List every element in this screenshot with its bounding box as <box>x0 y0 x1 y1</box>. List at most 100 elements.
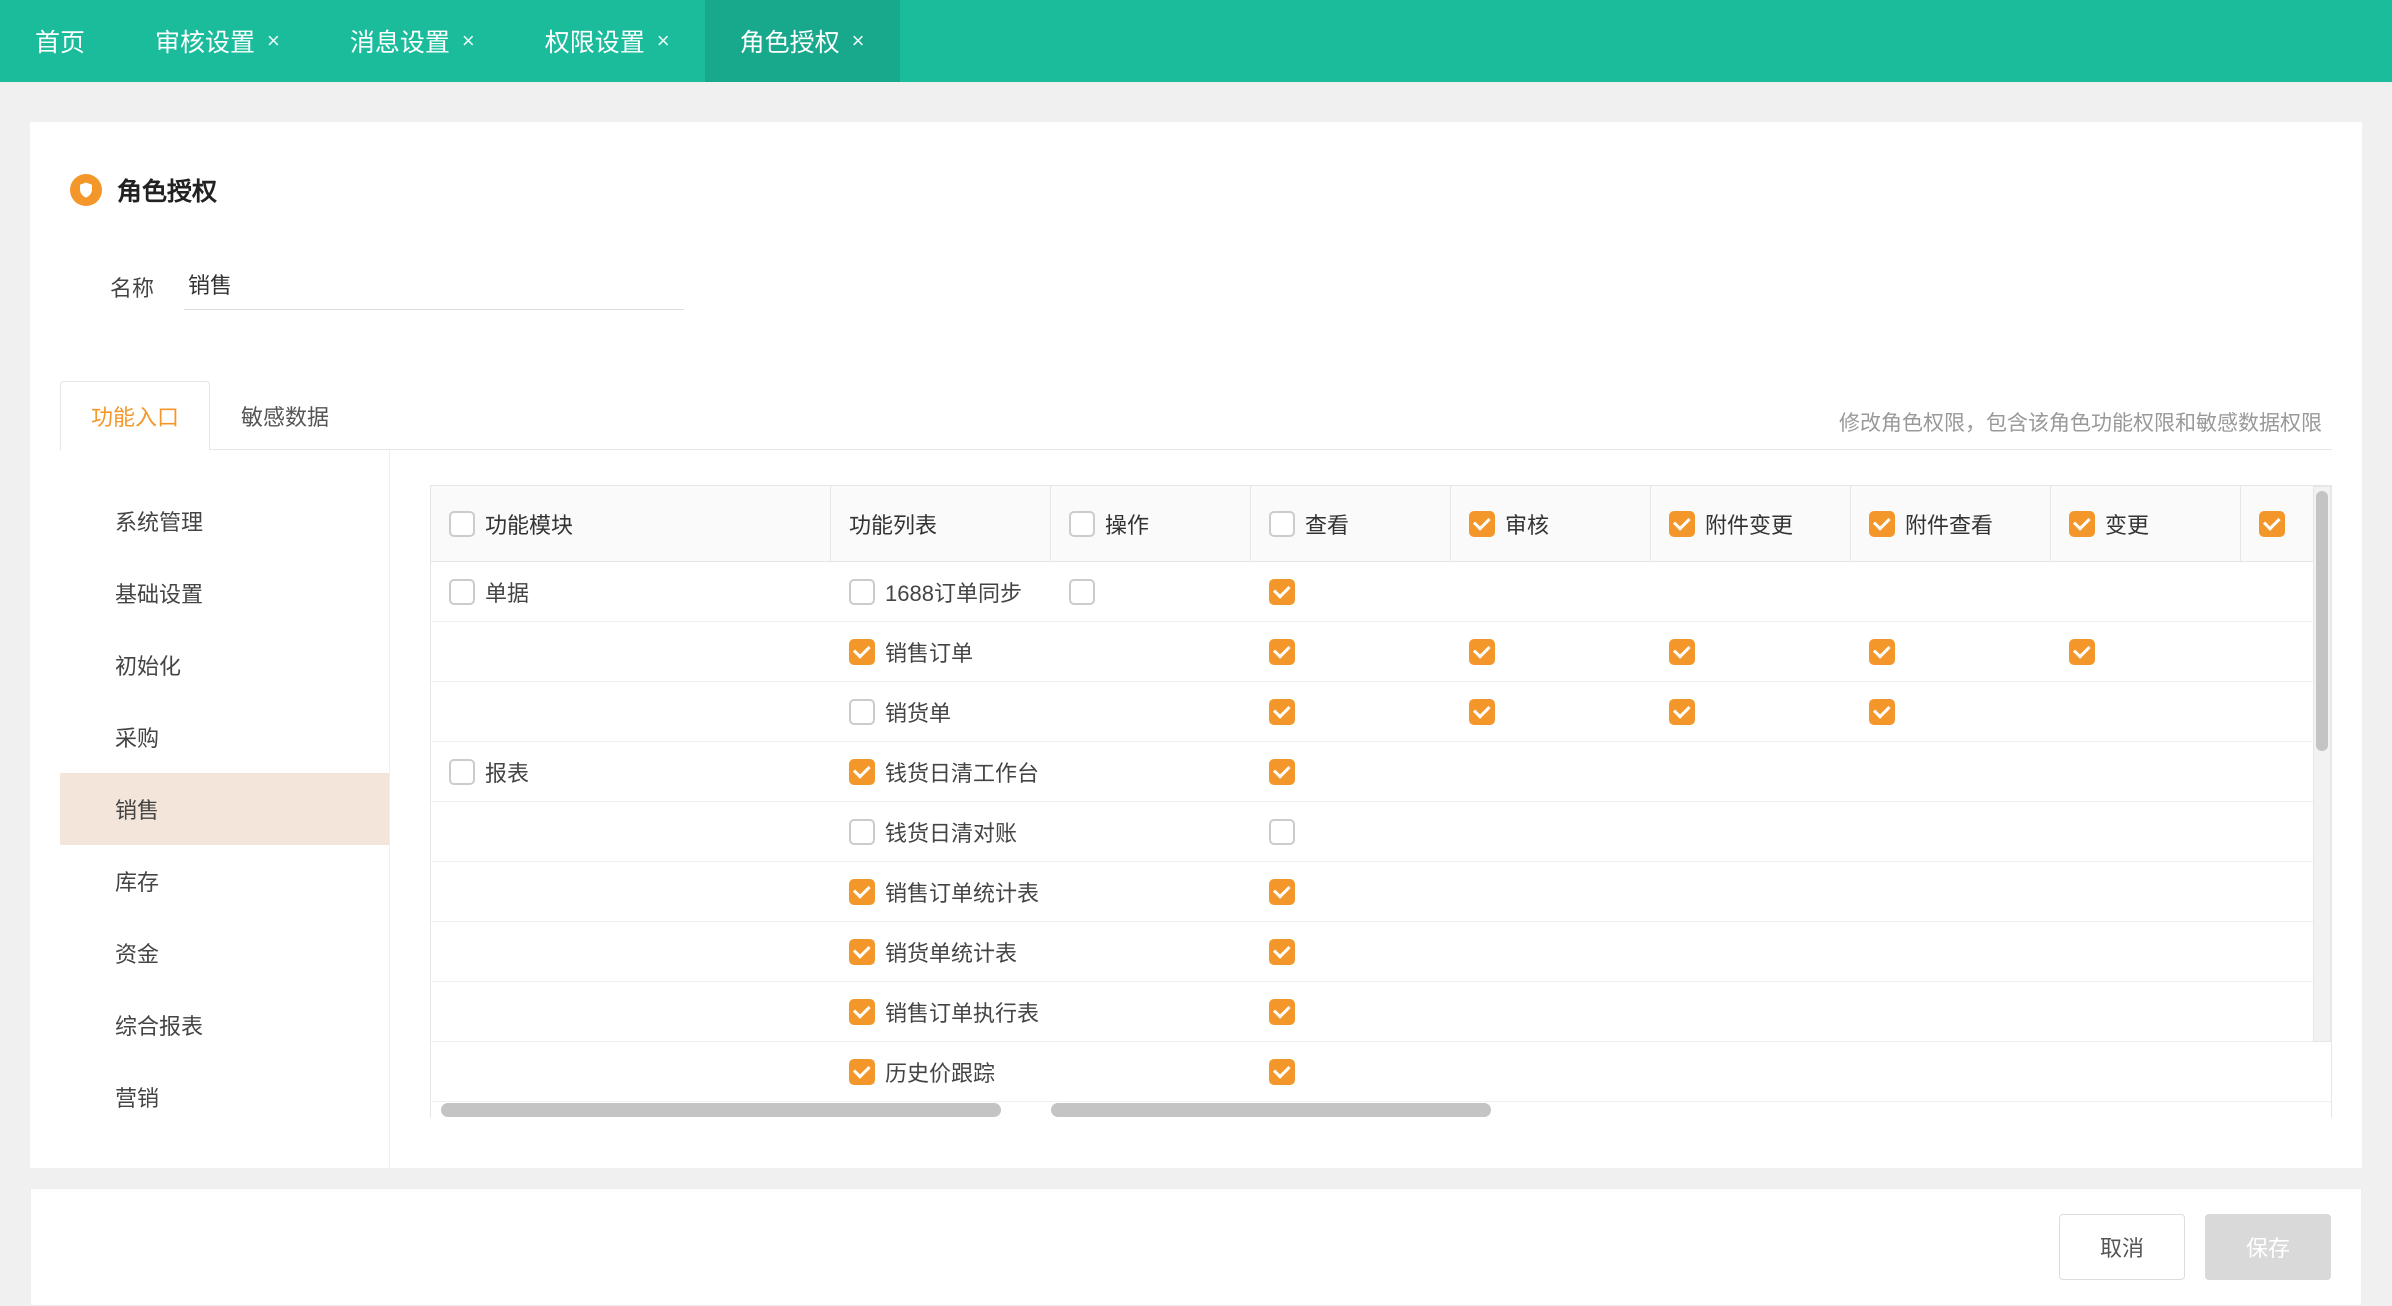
subtab-list: 功能入口敏感数据 <box>60 380 360 449</box>
checkbox-header-last[interactable] <box>2259 511 2285 537</box>
th-att1: 附件变更 <box>1651 486 1851 561</box>
checkbox-module[interactable] <box>449 759 475 785</box>
close-icon[interactable]: × <box>657 28 670 54</box>
th-change: 变更 <box>2051 486 2241 561</box>
category-sidebar: 系统管理基础设置初始化采购销售库存资金综合报表营销 <box>60 450 390 1168</box>
sidebar-item[interactable]: 综合报表 <box>60 989 389 1061</box>
vscroll-thumb[interactable] <box>2316 491 2328 751</box>
func-label: 销售订单统计表 <box>885 876 1039 908</box>
top-tab[interactable]: 审核设置 × <box>120 0 315 82</box>
hscroll-thumb-right[interactable] <box>1051 1103 1491 1117</box>
top-tab[interactable]: 首页 <box>0 0 120 82</box>
close-icon[interactable]: × <box>462 28 475 54</box>
sidebar-item[interactable]: 基础设置 <box>60 557 389 629</box>
checkbox-func[interactable] <box>849 879 875 905</box>
checkbox-att1[interactable] <box>1669 639 1695 665</box>
table-body: 单据1688订单同步销售订单销货单报表钱货日清工作台钱货日清对账销售订单统计表销… <box>431 562 2331 1102</box>
sidebar-item[interactable]: 采购 <box>60 701 389 773</box>
checkbox-view[interactable] <box>1269 999 1295 1025</box>
name-label: 名称 <box>110 271 154 303</box>
save-button[interactable]: 保存 <box>2205 1214 2331 1280</box>
top-tab-label: 审核设置 <box>155 23 255 59</box>
checkbox-header-op[interactable] <box>1069 511 1095 537</box>
checkbox-view[interactable] <box>1269 639 1295 665</box>
checkbox-header-view[interactable] <box>1269 511 1295 537</box>
checkbox-func[interactable] <box>849 579 875 605</box>
top-tab-label: 消息设置 <box>350 23 450 59</box>
checkbox-func[interactable] <box>849 819 875 845</box>
func-label: 钱货日清对账 <box>885 816 1017 848</box>
hint-text: 修改角色权限，包含该角色功能权限和敏感数据权限 <box>1839 407 2322 449</box>
th-audit: 审核 <box>1451 486 1651 561</box>
func-label: 历史价跟踪 <box>885 1056 995 1088</box>
checkbox-header-att1[interactable] <box>1669 511 1695 537</box>
func-label: 销售订单 <box>885 636 973 668</box>
checkbox-func[interactable] <box>849 759 875 785</box>
top-tab-label: 角色授权 <box>740 23 840 59</box>
th-module: 功能模块 <box>431 486 831 561</box>
checkbox-view[interactable] <box>1269 879 1295 905</box>
table-row: 报表 钱货日清工作台 <box>431 742 2331 802</box>
checkbox-audit[interactable] <box>1469 699 1495 725</box>
table-row: 历史价跟踪 <box>431 1042 2331 1102</box>
subtab[interactable]: 功能入口 <box>60 381 210 450</box>
sidebar-item[interactable]: 营销 <box>60 1061 389 1133</box>
name-input[interactable] <box>184 263 684 310</box>
checkbox-func[interactable] <box>849 639 875 665</box>
func-label: 1688订单同步 <box>885 576 1022 608</box>
checkbox-view[interactable] <box>1269 939 1295 965</box>
module-label: 单据 <box>485 576 529 608</box>
top-tab[interactable]: 角色授权 × <box>705 0 900 82</box>
checkbox-att2[interactable] <box>1869 639 1895 665</box>
top-tab[interactable]: 消息设置 × <box>315 0 510 82</box>
func-label: 销货单 <box>885 696 951 728</box>
checkbox-view[interactable] <box>1269 579 1295 605</box>
close-icon[interactable]: × <box>852 28 865 54</box>
checkbox-func[interactable] <box>849 1059 875 1085</box>
checkbox-view[interactable] <box>1269 1059 1295 1085</box>
permission-table-area: 功能模块 功能列表 操作 查看 审核 附件变更 附件查看 变更 单据1688订单… <box>390 450 2332 1168</box>
checkbox-view[interactable] <box>1269 819 1295 845</box>
sidebar-item[interactable]: 资金 <box>60 917 389 989</box>
sidebar-item[interactable]: 系统管理 <box>60 485 389 557</box>
subtab[interactable]: 敏感数据 <box>210 381 360 450</box>
sidebar-item[interactable]: 初始化 <box>60 629 389 701</box>
subtab-row: 功能入口敏感数据 修改角色权限，包含该角色功能权限和敏感数据权限 <box>60 380 2332 450</box>
sidebar-item[interactable]: 销售 <box>60 773 389 845</box>
table-row: 单据 1688订单同步 <box>431 562 2331 622</box>
table-row: 钱货日清对账 <box>431 802 2331 862</box>
checkbox-audit[interactable] <box>1469 639 1495 665</box>
top-tab-label: 首页 <box>35 23 85 59</box>
checkbox-att2[interactable] <box>1869 699 1895 725</box>
checkbox-func[interactable] <box>849 939 875 965</box>
hscroll-thumb-left[interactable] <box>441 1103 1001 1117</box>
shield-icon <box>70 174 102 206</box>
checkbox-func[interactable] <box>849 999 875 1025</box>
sidebar-item[interactable]: 库存 <box>60 845 389 917</box>
top-tab-label: 权限设置 <box>545 23 645 59</box>
horizontal-scrollbar[interactable] <box>431 1102 2331 1118</box>
checkbox-op[interactable] <box>1069 579 1095 605</box>
close-icon[interactable]: × <box>267 28 280 54</box>
checkbox-module[interactable] <box>449 579 475 605</box>
th-op: 操作 <box>1051 486 1251 561</box>
module-label: 报表 <box>485 756 529 788</box>
checkbox-header-module[interactable] <box>449 511 475 537</box>
th-view: 查看 <box>1251 486 1451 561</box>
checkbox-func[interactable] <box>849 699 875 725</box>
checkbox-header-att2[interactable] <box>1869 511 1895 537</box>
checkbox-header-change[interactable] <box>2069 511 2095 537</box>
checkbox-view[interactable] <box>1269 759 1295 785</box>
checkbox-att1[interactable] <box>1669 699 1695 725</box>
checkbox-view[interactable] <box>1269 699 1295 725</box>
table-row: 销货单统计表 <box>431 922 2331 982</box>
cancel-button[interactable]: 取消 <box>2059 1214 2185 1280</box>
vertical-scrollbar[interactable] <box>2313 486 2331 1042</box>
checkbox-header-audit[interactable] <box>1469 511 1495 537</box>
permission-table: 功能模块 功能列表 操作 查看 审核 附件变更 附件查看 变更 单据1688订单… <box>430 485 2332 1118</box>
top-tab[interactable]: 权限设置 × <box>510 0 705 82</box>
func-label: 钱货日清工作台 <box>885 756 1039 788</box>
checkbox-change[interactable] <box>2069 639 2095 665</box>
footer-bar: 取消 保存 <box>30 1188 2362 1306</box>
func-label: 销售订单执行表 <box>885 996 1039 1028</box>
